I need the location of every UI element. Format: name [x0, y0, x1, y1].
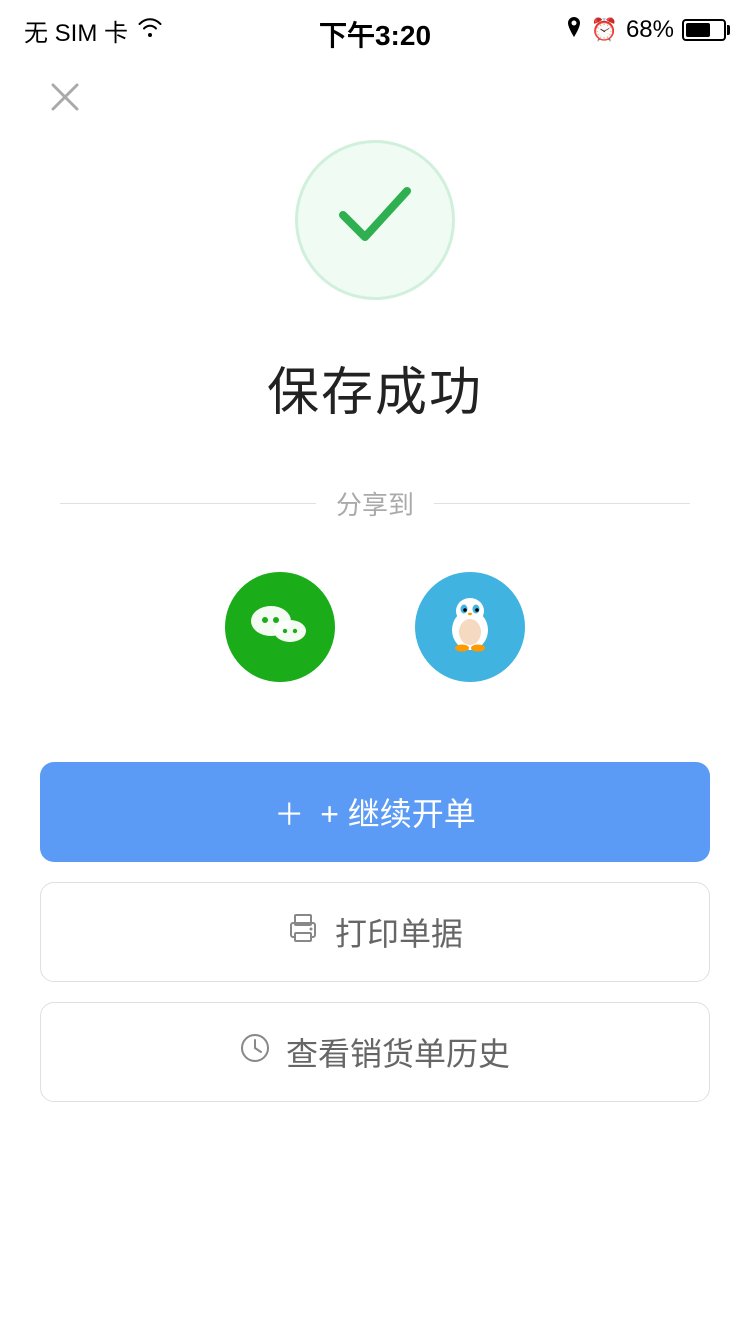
continue-button[interactable]: ＋ + 继续开单 [40, 762, 710, 862]
action-buttons: ＋ + 继续开单 打印单据 查看销货单历史 [0, 762, 750, 1102]
share-label: 分享到 [336, 485, 414, 522]
status-left: 无 SIM 卡 [24, 13, 164, 48]
plus-icon: ＋ [274, 790, 304, 834]
qq-icon [440, 595, 500, 660]
status-right: ⏰ 68% [565, 16, 726, 45]
divider-right [434, 503, 690, 504]
close-icon [49, 81, 81, 113]
divider-left [60, 503, 316, 504]
success-title: 保存成功 [267, 350, 483, 425]
share-divider: 分享到 [0, 485, 750, 522]
print-button[interactable]: 打印单据 [40, 882, 710, 982]
success-circle [295, 140, 455, 300]
qq-share-button[interactable] [415, 572, 525, 682]
close-button[interactable] [40, 72, 90, 122]
no-sim-text: 无 SIM 卡 [24, 13, 128, 48]
continue-label: + 继续开单 [320, 789, 476, 835]
print-icon [287, 913, 319, 951]
history-button[interactable]: 查看销货单历史 [40, 1002, 710, 1102]
wifi-icon [136, 16, 164, 44]
alarm-icon: ⏰ [591, 17, 618, 43]
battery-percent: 68% [626, 16, 674, 44]
checkmark-icon [335, 179, 415, 262]
status-time: 下午3:20 [319, 14, 431, 54]
wechat-share-button[interactable] [225, 572, 335, 682]
location-icon [565, 16, 583, 45]
wechat-icon [248, 595, 313, 660]
battery-icon [682, 16, 726, 44]
status-bar: 无 SIM 卡 下午3:20 ⏰ 68% [0, 0, 750, 60]
print-label: 打印单据 [335, 909, 463, 955]
main-content: 保存成功 分享到 [0, 60, 750, 1102]
history-icon [240, 1033, 270, 1071]
share-icons [225, 572, 525, 682]
history-label: 查看销货单历史 [286, 1029, 510, 1075]
